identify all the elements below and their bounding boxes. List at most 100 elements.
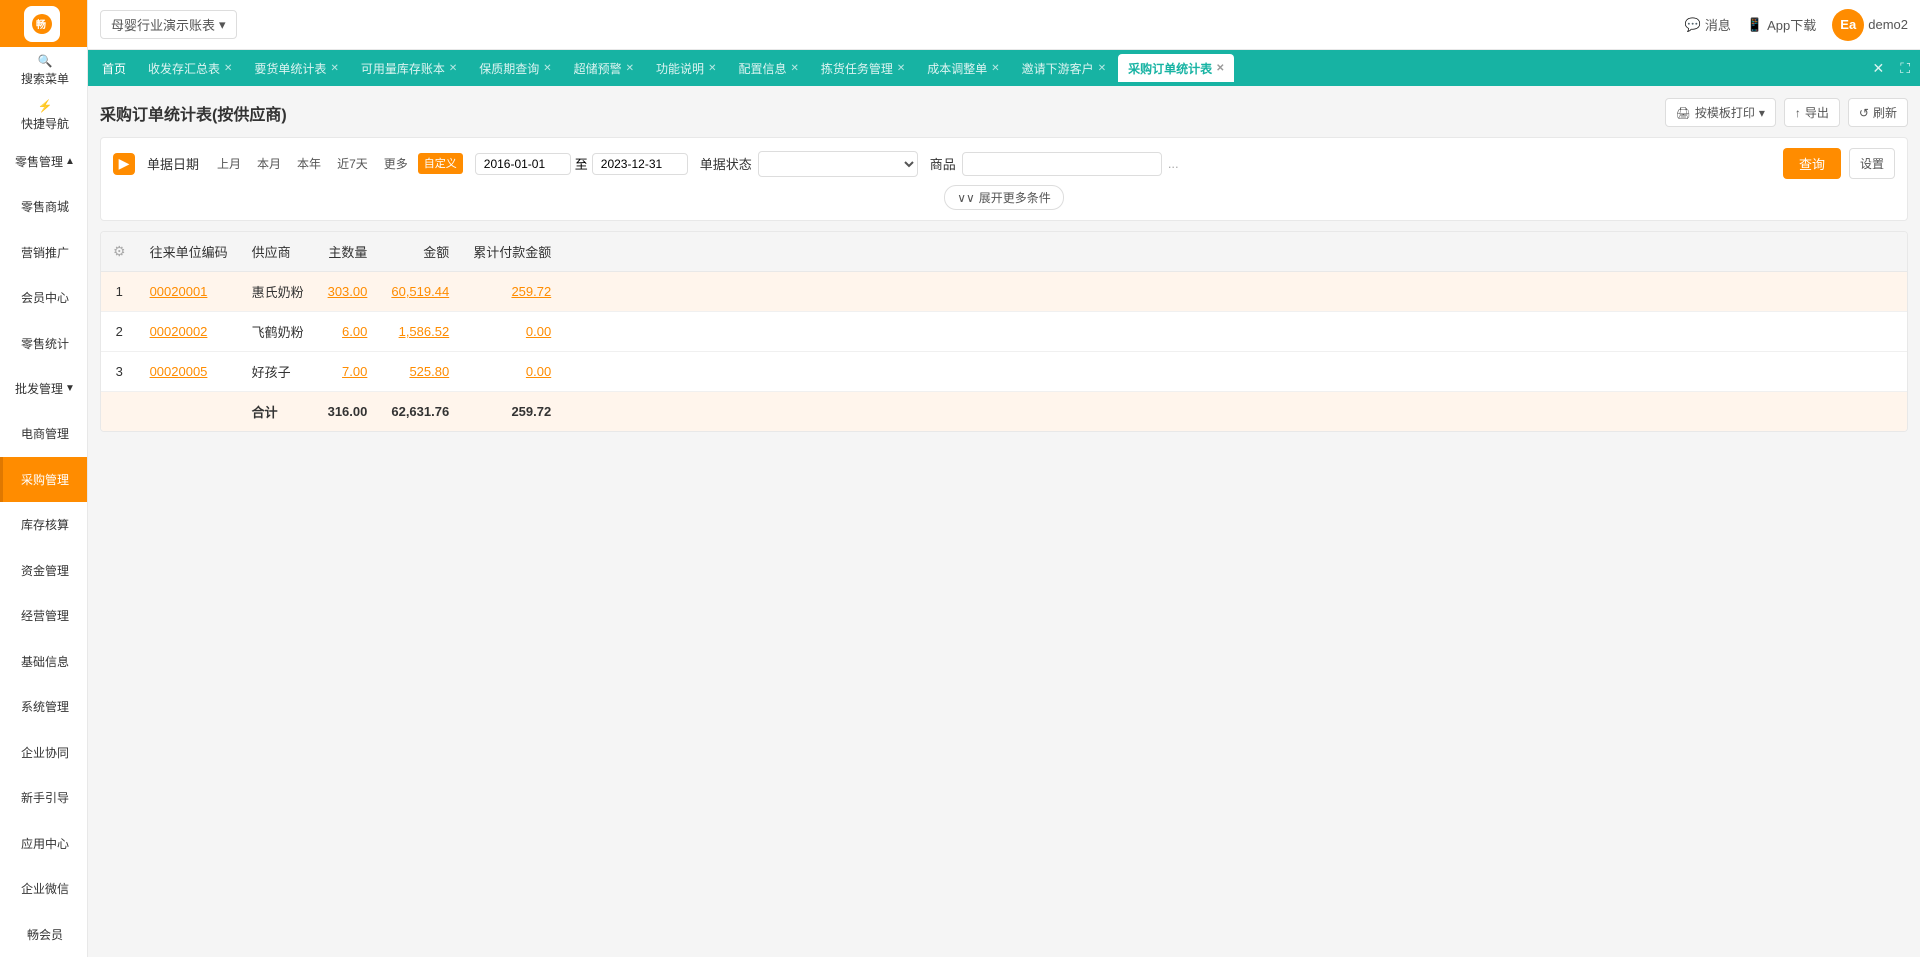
tab-chengben-close-icon[interactable]: ✕ [991,63,999,74]
tab-shoufahuizong[interactable]: 收发存汇总表 ✕ [138,54,242,82]
tab-baozhiqi-close-icon[interactable]: ✕ [543,63,551,74]
sidebar-item-vip[interactable]: 畅会员 [0,912,87,957]
th-qty: 主数量 [316,232,380,272]
tab-caigou-close-icon[interactable]: ✕ [1216,63,1224,74]
sidebar-item-ecommerce[interactable]: 电商管理 [0,411,87,456]
tab-shoufahuizong-close-icon[interactable]: ✕ [224,63,232,74]
tab-gongnengshuo[interactable]: 功能说明 ✕ [646,54,726,82]
sidebar-item-retail-shop-label: 零售商城 [21,198,69,215]
print-button[interactable]: 🖨 按模板打印 ▾ [1665,98,1776,127]
tab-gongnengshuo-close-icon[interactable]: ✕ [708,63,716,74]
expand-more-button[interactable]: ∨∨ 展开更多条件 [944,185,1064,210]
gear-icon[interactable]: ⚙ [113,243,126,259]
sidebar-item-wholesale[interactable]: 批发管理 ▼ [0,366,87,411]
shortcut-this-month[interactable]: 本月 [251,153,287,174]
main-area: 母婴行业演示账表 ▾ 💬 消息 📱 App下载 Ea demo2 首页 [88,0,1920,957]
tab-baozhiqi[interactable]: 保质期查询 ✕ [469,54,561,82]
export-label: 导出 [1805,104,1829,121]
refresh-button[interactable]: ↺ 刷新 [1848,98,1908,127]
sidebar-item-basic[interactable]: 基础信息 [0,639,87,684]
user-profile-button[interactable]: Ea demo2 [1832,9,1908,41]
qty-link[interactable]: 303.00 [328,284,368,299]
paid-link[interactable]: 0.00 [526,324,551,339]
sidebar-item-quick-nav[interactable]: ⚡ 快捷导航 [0,93,87,138]
amount-link[interactable]: 1,586.52 [399,324,450,339]
breadcrumb-select[interactable]: 母婴行业演示账表 ▾ [100,10,237,39]
tab-keyongliang-close-icon[interactable]: ✕ [449,63,457,74]
sidebar-item-cooperation[interactable]: 企业协同 [0,730,87,775]
shortcut-this-year[interactable]: 本年 [291,153,327,174]
date-end-input[interactable] [592,153,688,175]
cell-index: 1 [101,272,138,312]
table-header-row: ⚙ 往来单位编码 供应商 主数量 金额 累计付款金额 [101,232,1907,272]
paid-link[interactable]: 0.00 [526,364,551,379]
unit-code-link[interactable]: 00020001 [150,284,208,299]
tab-chengben[interactable]: 成本调整单 ✕ [917,54,1009,82]
sidebar-item-retail-stat[interactable]: 零售统计 [0,320,87,365]
filter-goods-label: 商品 [930,154,956,173]
sidebar-item-appcenter-label: 应用中心 [21,835,69,852]
footer-empty2 [138,392,240,432]
export-icon: ↑ [1795,106,1801,120]
settings-button[interactable]: 设置 [1849,148,1895,179]
tab-yaoqing-close-icon[interactable]: ✕ [1098,63,1106,74]
date-start-input[interactable] [475,153,571,175]
username-label: demo2 [1868,17,1908,32]
amount-link[interactable]: 60,519.44 [391,284,449,299]
sidebar-item-search[interactable]: 🔍 搜索菜单 [0,47,87,92]
sidebar-item-wechat[interactable]: 企业微信 [0,866,87,911]
shortcut-more[interactable]: 更多 [378,153,414,174]
message-button[interactable]: 💬 消息 [1685,15,1731,34]
unit-code-link[interactable]: 00020002 [150,324,208,339]
tab-peizhi[interactable]: 配置信息 ✕ [728,54,808,82]
tab-chaochuyujing[interactable]: 超储预警 ✕ [564,54,644,82]
tab-zhehuo[interactable]: 拣货任务管理 ✕ [811,54,915,82]
sidebar-item-purchase[interactable]: 采购管理 [0,457,87,502]
sidebar-item-system[interactable]: 系统管理 [0,684,87,729]
status-select[interactable] [758,151,918,177]
goods-more-icon[interactable]: ... [1168,156,1179,171]
sidebar-item-operations[interactable]: 经营管理 [0,593,87,638]
sidebar-item-member[interactable]: 会员中心 [0,275,87,320]
tab-close-all-button[interactable]: ✕ [1866,58,1890,79]
sidebar-item-newuser[interactable]: 新手引导 [0,775,87,820]
sidebar-item-marketing[interactable]: 营销推广 [0,229,87,274]
filter-toggle-button[interactable]: ▶ [113,153,135,175]
sidebar-item-inventory[interactable]: 库存核算 [0,502,87,547]
cell-supplier: 惠氏奶粉 [240,272,316,312]
sidebar-item-appcenter[interactable]: 应用中心 [0,821,87,866]
amount-link[interactable]: 525.80 [409,364,449,379]
sidebar-item-retail-shop[interactable]: 零售商城 [0,184,87,229]
tab-chaochuyujing-close-icon[interactable]: ✕ [626,63,634,74]
tab-yaoqing-label: 邀请下游客户 [1022,60,1094,77]
tab-caigou[interactable]: 采购订单统计表 ✕ [1118,54,1234,82]
goods-input[interactable] [962,152,1162,176]
logo[interactable]: 畅 [0,0,87,47]
tab-keyongliang[interactable]: 可用量库存账本 ✕ [351,54,467,82]
paid-link[interactable]: 259.72 [511,284,551,299]
tab-yaoqing[interactable]: 邀请下游客户 ✕ [1012,54,1116,82]
shortcut-last-month[interactable]: 上月 [211,153,247,174]
tab-yaohuodan[interactable]: 要货单统计表 ✕ [244,54,348,82]
tab-zhehuo-close-icon[interactable]: ✕ [897,63,905,74]
sidebar-item-finance[interactable]: 资金管理 [0,548,87,593]
query-button[interactable]: 查询 [1783,148,1841,179]
message-label: 消息 [1705,15,1731,34]
tab-baozhiqi-label: 保质期查询 [479,60,539,77]
unit-code-link[interactable]: 00020005 [150,364,208,379]
tab-peizhi-close-icon[interactable]: ✕ [790,63,798,74]
qty-link[interactable]: 6.00 [342,324,367,339]
export-button[interactable]: ↑ 导出 [1784,98,1840,127]
custom-tag: 自定义 [418,153,463,174]
avatar-text: Ea [1840,17,1856,32]
app-download-icon: 📱 [1747,17,1763,33]
app-download-button[interactable]: 📱 App下载 [1747,15,1816,34]
tab-home[interactable]: 首页 [92,54,136,82]
tab-fullscreen-button[interactable]: ⛶ [1894,58,1916,79]
qty-link[interactable]: 7.00 [342,364,367,379]
shortcut-7days[interactable]: 近7天 [331,153,374,174]
sidebar-item-retail[interactable]: 零售管理 ▲ [0,138,87,183]
tab-yaohuodan-close-icon[interactable]: ✕ [330,63,338,74]
table-footer-row: 合计 316.00 62,631.76 259.72 [101,392,1907,432]
sidebar-item-operations-label: 经营管理 [21,607,69,624]
